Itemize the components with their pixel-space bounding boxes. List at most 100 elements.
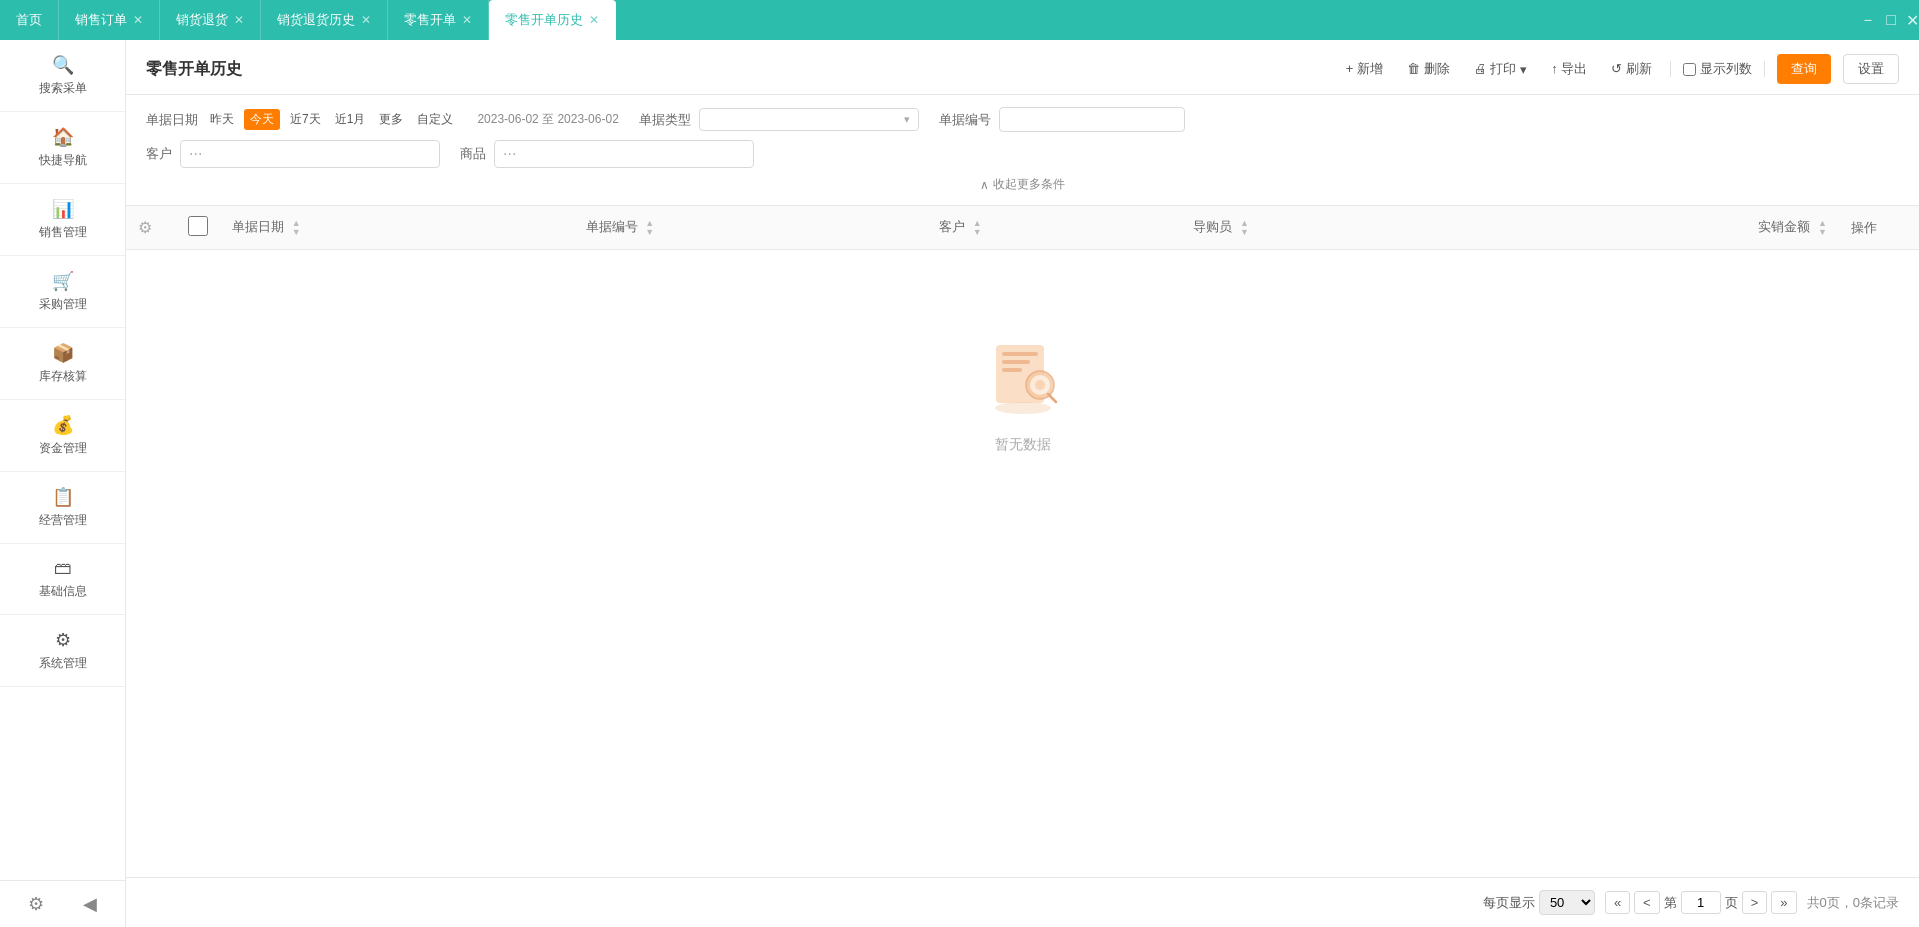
sidebar-item-purchase[interactable]: 🛒 采购管理 xyxy=(0,256,125,328)
th-date[interactable]: 单据日期 ▲▼ xyxy=(220,206,574,250)
date-opt-yesterday[interactable]: 昨天 xyxy=(206,109,238,130)
filter-bill-no-input[interactable] xyxy=(999,107,1185,132)
sidebar-item-system[interactable]: ⚙ 系统管理 xyxy=(0,615,125,687)
tab-retail-open-close[interactable]: ✕ xyxy=(462,13,472,27)
refresh-button[interactable]: ↺ 刷新 xyxy=(1605,56,1658,82)
filter-customer-select[interactable]: ··· xyxy=(180,140,440,168)
tab-sales-order-close[interactable]: ✕ xyxy=(133,13,143,27)
sidebar-item-system-label: 系统管理 xyxy=(39,655,87,672)
tab-sales-return-history-label: 销货退货历史 xyxy=(277,11,355,29)
filter-customer-label: 客户 xyxy=(146,145,172,163)
sort-customer-icon[interactable]: ▲▼ xyxy=(973,219,982,237)
toolbar-divider xyxy=(1670,61,1671,77)
settings-button[interactable]: 设置 xyxy=(1843,54,1899,84)
select-all-checkbox[interactable] xyxy=(188,216,208,236)
print-button-label: 🖨 打印 xyxy=(1474,60,1517,78)
sort-date-icon[interactable]: ▲▼ xyxy=(292,219,301,237)
date-range-display: 2023-06-02 至 2023-06-02 xyxy=(477,111,618,128)
tab-retail-open-history-close[interactable]: ✕ xyxy=(589,13,599,27)
print-button[interactable]: 🖨 打印 ▾ xyxy=(1468,56,1534,82)
per-page-label: 每页显示 xyxy=(1483,894,1535,912)
tab-retail-open[interactable]: 零售开单 ✕ xyxy=(388,0,489,40)
page-number-input[interactable] xyxy=(1681,891,1721,914)
tab-retail-open-history[interactable]: 零售开单历史 ✕ xyxy=(489,0,616,40)
per-page-dropdown[interactable]: 50 10 20 100 xyxy=(1539,890,1595,915)
tab-sales-return-history-close[interactable]: ✕ xyxy=(361,13,371,27)
sidebar-item-finance[interactable]: 💰 资金管理 xyxy=(0,400,125,472)
sidebar-item-sales[interactable]: 📊 销售管理 xyxy=(0,184,125,256)
tab-sales-order-label: 销售订单 xyxy=(75,11,127,29)
display-cols-checkbox[interactable]: 显示列数 xyxy=(1683,60,1752,78)
sidebar-item-nav[interactable]: 🏠 快捷导航 xyxy=(0,112,125,184)
tab-sales-return-close[interactable]: ✕ xyxy=(234,13,244,27)
filter-bill-no-label: 单据编号 xyxy=(939,111,991,129)
empty-state: 暂无数据 xyxy=(126,250,1919,514)
sales-icon: 📊 xyxy=(52,198,74,220)
first-page-button[interactable]: « xyxy=(1605,891,1630,914)
date-options: 昨天 今天 近7天 近1月 更多 自定义 xyxy=(206,109,457,130)
tab-sales-return[interactable]: 销货退货 ✕ xyxy=(160,0,261,40)
export-button-label: ↑ 导出 xyxy=(1551,60,1587,78)
sort-amount-icon[interactable]: ▲▼ xyxy=(1818,219,1827,237)
page-label: 第 xyxy=(1664,894,1677,912)
maximize-button[interactable]: □ xyxy=(1886,11,1896,29)
next-page-button[interactable]: > xyxy=(1742,891,1768,914)
export-button[interactable]: ↑ 导出 xyxy=(1545,56,1593,82)
col-action-label: 操作 xyxy=(1851,220,1877,235)
date-opt-today[interactable]: 今天 xyxy=(244,109,280,130)
col-amount-label: 实销金额 xyxy=(1758,219,1810,234)
sidebar-item-basic[interactable]: 🗃 基础信息 xyxy=(0,544,125,615)
sort-no-icon[interactable]: ▲▼ xyxy=(645,219,654,237)
finance-icon: 💰 xyxy=(52,414,74,436)
page-title: 零售开单历史 xyxy=(146,59,242,80)
minimize-button[interactable]: － xyxy=(1860,10,1876,31)
add-button-label: + 新增 xyxy=(1346,60,1383,78)
search-icon: 🔍 xyxy=(52,54,74,76)
col-customer-label: 客户 xyxy=(939,219,965,234)
tab-retail-open-label: 零售开单 xyxy=(404,11,456,29)
th-no[interactable]: 单据编号 ▲▼ xyxy=(574,206,928,250)
query-button[interactable]: 查询 xyxy=(1777,54,1831,84)
collapse-more-btn[interactable]: ∧ 收起更多条件 xyxy=(146,176,1899,193)
sidebar-item-nav-label: 快捷导航 xyxy=(39,152,87,169)
close-button[interactable]: ✕ xyxy=(1906,11,1919,30)
date-opt-custom[interactable]: 自定义 xyxy=(413,109,457,130)
display-cols-input[interactable] xyxy=(1683,63,1696,76)
tab-retail-open-history-label: 零售开单历史 xyxy=(505,11,583,29)
filter-goods-select[interactable]: ··· xyxy=(494,140,754,168)
home-icon: 🏠 xyxy=(52,126,74,148)
tab-sales-order[interactable]: 销售订单 ✕ xyxy=(59,0,160,40)
sort-salesperson-icon[interactable]: ▲▼ xyxy=(1240,219,1249,237)
th-salesperson[interactable]: 导购员 ▲▼ xyxy=(1181,206,1485,250)
sidebar-item-inventory[interactable]: 📦 库存核算 xyxy=(0,328,125,400)
filter-row-1: 单据日期 昨天 今天 近7天 近1月 更多 自定义 2023-06-02 至 2… xyxy=(146,107,1899,132)
filter-row-2: 客户 ··· 商品 ··· xyxy=(146,140,1899,168)
filter-area: 单据日期 昨天 今天 近7天 近1月 更多 自定义 2023-06-02 至 2… xyxy=(126,95,1919,206)
filter-bill-type-select[interactable]: ▾ xyxy=(699,108,919,131)
query-button-label: 查询 xyxy=(1791,61,1817,76)
toolbar-divider2 xyxy=(1764,61,1765,77)
prev-page-button[interactable]: < xyxy=(1634,891,1660,914)
add-button[interactable]: + 新增 xyxy=(1340,56,1389,82)
last-page-button[interactable]: » xyxy=(1771,891,1796,914)
inventory-icon: 📦 xyxy=(52,342,74,364)
collapse-sidebar-icon[interactable]: ◀ xyxy=(83,893,97,915)
settings-bottom-icon[interactable]: ⚙ xyxy=(28,893,44,915)
tab-sales-return-history[interactable]: 销货退货历史 ✕ xyxy=(261,0,388,40)
th-amount[interactable]: 实销金额 ▲▼ xyxy=(1485,206,1839,250)
delete-button[interactable]: 🗑 删除 xyxy=(1401,56,1456,82)
date-opt-last-month[interactable]: 近1月 xyxy=(331,109,370,130)
sidebar-item-inventory-label: 库存核算 xyxy=(39,368,87,385)
sidebar-item-operation[interactable]: 📋 经营管理 xyxy=(0,472,125,544)
col-no-label: 单据编号 xyxy=(586,219,638,234)
collapse-more-label: 收起更多条件 xyxy=(993,176,1065,193)
date-opt-last7[interactable]: 近7天 xyxy=(286,109,325,130)
table-settings-icon[interactable]: ⚙ xyxy=(138,219,152,236)
th-customer[interactable]: 客户 ▲▼ xyxy=(927,206,1181,250)
tab-home[interactable]: 首页 xyxy=(0,0,59,40)
svg-rect-3 xyxy=(1002,360,1030,364)
date-opt-more[interactable]: 更多 xyxy=(375,109,407,130)
filter-bill-type-label: 单据类型 xyxy=(639,111,691,129)
page-header: 零售开单历史 + 新增 🗑 删除 🖨 打印 ▾ ↑ 导出 ↺ 刷新 xyxy=(126,40,1919,95)
sidebar-item-search[interactable]: 🔍 搜索采单 xyxy=(0,40,125,112)
